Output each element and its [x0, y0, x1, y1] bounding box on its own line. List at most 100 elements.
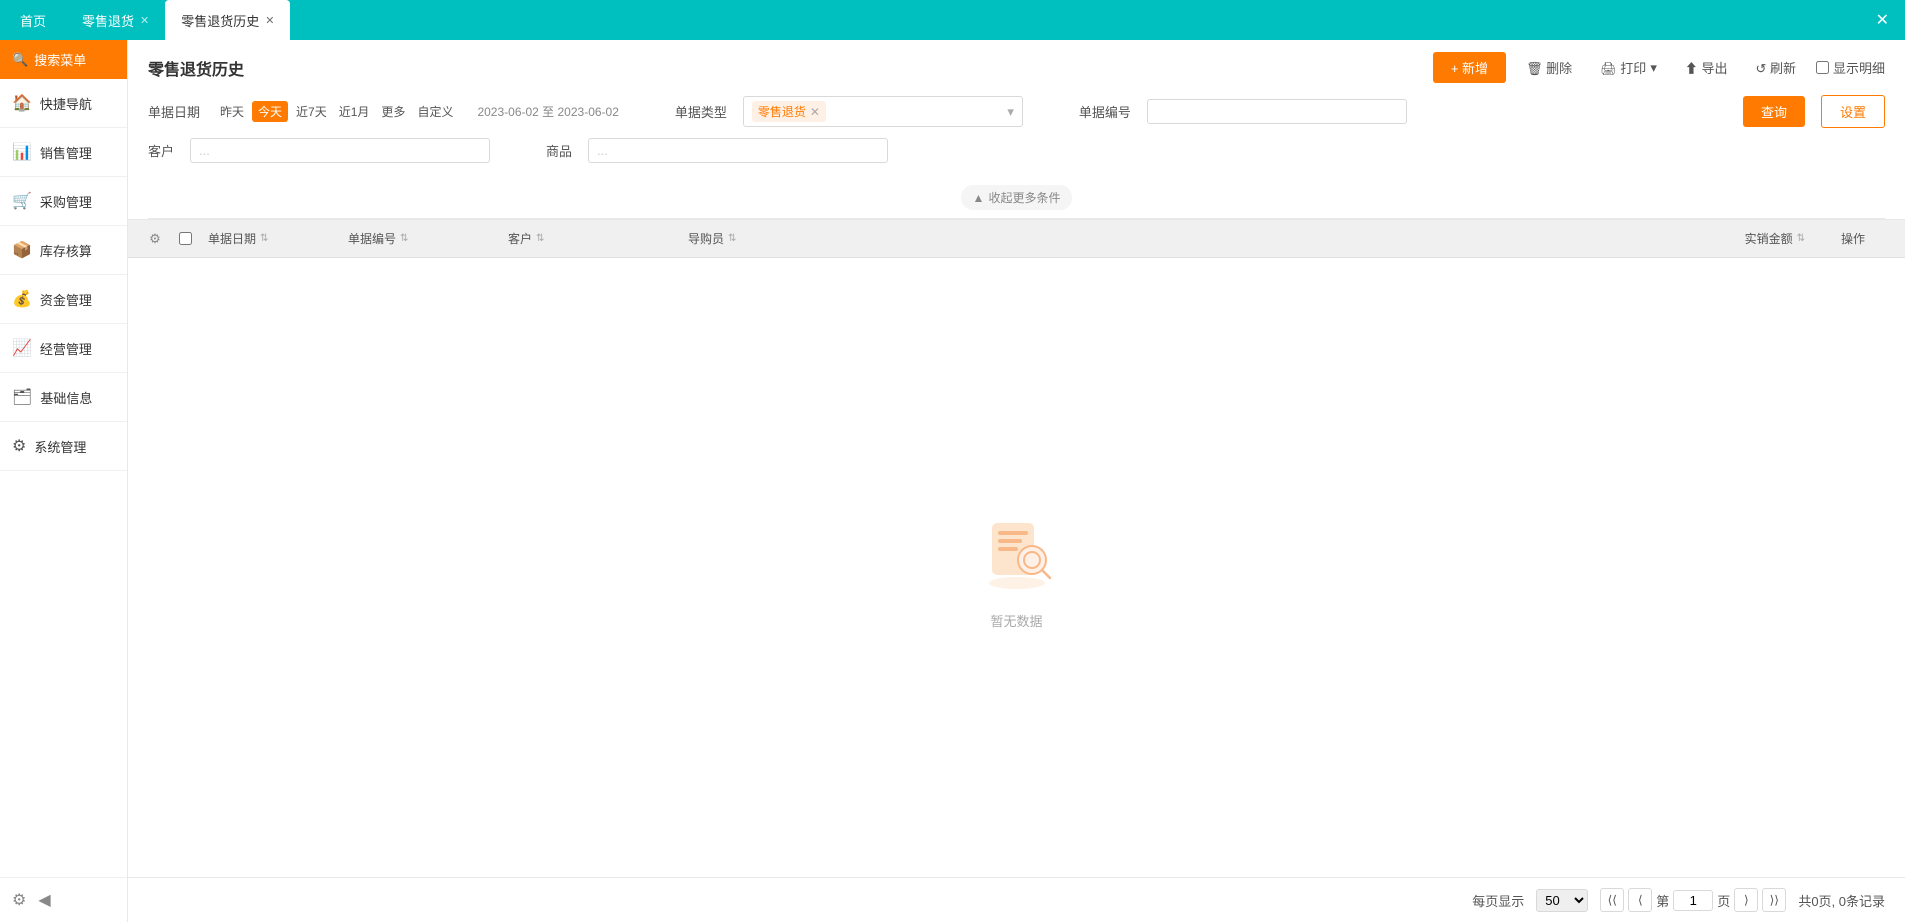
- date-btn-1month[interactable]: 近1月: [335, 101, 374, 122]
- sort-date-icon: ⇅: [260, 233, 268, 244]
- filter-row-2: 客户 ... 商品 ...: [148, 138, 1885, 163]
- date-btn-custom[interactable]: 自定义: [413, 101, 457, 122]
- export-button[interactable]: ⬆ 导出: [1677, 54, 1736, 81]
- content-area: 零售退货历史 + 新增 🗑 删除 🖨 打印 ▾ ⬆ 导出 ↺ 刷新: [128, 40, 1905, 922]
- refresh-button[interactable]: ↺ 刷新: [1747, 54, 1804, 81]
- sidebar: 🔍 搜索菜单 🏠 快捷导航 📊 销售管理 🛒 采购管理 📦 库存核算 💰 资金管…: [0, 40, 128, 922]
- sidebar-item-label: 系统管理: [34, 437, 86, 456]
- sales-icon: 📊: [12, 142, 32, 162]
- sort-amount-icon: ⇅: [1797, 233, 1805, 244]
- sidebar-item-quick-nav[interactable]: 🏠 快捷导航: [0, 79, 127, 128]
- doc-no-label: 单据编号: [1079, 102, 1131, 121]
- sidebar-item-purchase[interactable]: 🛒 采购管理: [0, 177, 127, 226]
- sidebar-item-label: 快捷导航: [40, 94, 92, 113]
- page-last-btn[interactable]: ⟩⟩: [1762, 888, 1786, 912]
- customer-placeholder: ...: [199, 143, 210, 158]
- top-bar: 首页 零售退货 ✕ 零售退货历史 ✕ ✕: [0, 0, 1905, 40]
- add-button[interactable]: + 新增: [1433, 52, 1506, 83]
- doc-type-tag: 零售退货 ✕: [752, 101, 826, 122]
- sidebar-item-label: 基础信息: [40, 388, 92, 407]
- sidebar-item-sales[interactable]: 📊 销售管理: [0, 128, 127, 177]
- page-di-label: 第: [1656, 891, 1669, 910]
- table-area: ⚙ 单据日期 ⇅ 单据编号 ⇅ 客户 ⇅ 导购员 ⇅: [128, 220, 1905, 877]
- th-doc-no[interactable]: 单据编号 ⇅: [340, 230, 500, 247]
- empty-illustration: [972, 505, 1062, 595]
- page-first-btn[interactable]: ⟨⟨: [1600, 888, 1624, 912]
- goods-label: 商品: [546, 141, 572, 160]
- window-close-btn[interactable]: ✕: [1876, 10, 1905, 30]
- close-tab-retail-return[interactable]: ✕: [140, 14, 149, 27]
- sidebar-item-label: 经营管理: [40, 339, 92, 358]
- sort-customer-icon: ⇅: [536, 233, 544, 244]
- date-btn-7days[interactable]: 近7天: [292, 101, 331, 122]
- sidebar-item-operations[interactable]: 📈 经营管理: [0, 324, 127, 373]
- page-size-label: 每页显示: [1472, 891, 1524, 910]
- inventory-icon: 📦: [12, 240, 32, 260]
- empty-text: 暂无数据: [990, 611, 1042, 630]
- filter-area: 单据日期 昨天 今天 近7天 近1月 更多 自定义 2023-06-02 至 2…: [148, 95, 1885, 219]
- home-icon: 🏠: [12, 93, 32, 113]
- customer-select[interactable]: ...: [190, 138, 490, 163]
- filter-row-1: 单据日期 昨天 今天 近7天 近1月 更多 自定义 2023-06-02 至 2…: [148, 95, 1885, 128]
- collapse-area: ▲ 收起更多条件: [148, 173, 1885, 218]
- print-button[interactable]: 🖨 打印 ▾: [1592, 54, 1665, 81]
- pagination-nav: ⟨⟨ ⟨ 第 页 ⟩ ⟩⟩: [1600, 888, 1786, 912]
- sidebar-item-inventory[interactable]: 📦 库存核算: [0, 226, 127, 275]
- date-filter-label: 单据日期: [148, 102, 200, 121]
- delete-button[interactable]: 🗑 删除: [1518, 54, 1580, 81]
- collapse-icon: ▲: [973, 191, 985, 205]
- sidebar-item-label: 库存核算: [40, 241, 92, 260]
- page-prev-btn[interactable]: ⟨: [1628, 888, 1652, 912]
- print-dropdown-icon: ▾: [1650, 60, 1657, 76]
- doc-type-select[interactable]: 零售退货 ✕ ▾: [743, 96, 1023, 127]
- sidebar-search[interactable]: 🔍 搜索菜单: [0, 40, 127, 79]
- empty-state: 暂无数据: [128, 258, 1905, 877]
- total-text: 共0页, 0条记录: [1798, 891, 1885, 910]
- collapse-sidebar-icon[interactable]: ◀: [38, 890, 50, 910]
- date-range-buttons: 昨天 今天 近7天 近1月 更多 自定义: [216, 101, 457, 122]
- date-btn-yesterday[interactable]: 昨天: [216, 101, 248, 122]
- page-label: 页: [1717, 891, 1730, 910]
- table-header: ⚙ 单据日期 ⇅ 单据编号 ⇅ 客户 ⇅ 导购员 ⇅: [128, 220, 1905, 258]
- sort-doc-icon: ⇅: [400, 233, 408, 244]
- settings-button[interactable]: 设置: [1821, 95, 1885, 128]
- sidebar-item-label: 资金管理: [40, 290, 92, 309]
- th-action: 操作: [1813, 230, 1893, 247]
- th-customer[interactable]: 客户 ⇅: [500, 230, 680, 247]
- sidebar-item-finance[interactable]: 💰 资金管理: [0, 275, 127, 324]
- remove-doc-type-tag[interactable]: ✕: [810, 105, 820, 119]
- query-button[interactable]: 查询: [1743, 96, 1805, 127]
- th-guide[interactable]: 导购员 ⇅: [680, 230, 800, 247]
- sidebar-item-system[interactable]: ⚙ 系统管理: [0, 422, 127, 471]
- page-next-btn[interactable]: ⟩: [1734, 888, 1758, 912]
- sidebar-search-label: 搜索菜单: [34, 50, 86, 69]
- th-date[interactable]: 单据日期 ⇅: [200, 230, 340, 247]
- settings-icon[interactable]: ⚙: [12, 890, 26, 910]
- show-detail-input[interactable]: [1816, 61, 1829, 74]
- date-btn-today[interactable]: 今天: [252, 101, 288, 122]
- finance-icon: 💰: [12, 289, 32, 309]
- goods-select[interactable]: ...: [588, 138, 888, 163]
- pagination-bar: 每页显示 10 20 50 100 ⟨⟨ ⟨ 第 页 ⟩ ⟩⟩ 共0页, 0条记…: [128, 877, 1905, 922]
- th-amount[interactable]: 实销金额 ⇅: [1693, 230, 1813, 247]
- page-size-select[interactable]: 10 20 50 100: [1536, 889, 1588, 912]
- page-number-input[interactable]: [1673, 890, 1713, 911]
- basic-info-icon: 🗂: [12, 387, 32, 407]
- operations-icon: 📈: [12, 338, 32, 358]
- date-btn-more[interactable]: 更多: [377, 101, 409, 122]
- tab-retail-return-history[interactable]: 零售退货历史 ✕: [165, 0, 290, 40]
- tab-retail-return[interactable]: 零售退货 ✕: [66, 0, 165, 40]
- tab-home[interactable]: 首页: [0, 11, 66, 30]
- goods-placeholder: ...: [597, 143, 608, 158]
- table-select-all[interactable]: [170, 232, 200, 245]
- collapse-button[interactable]: ▲ 收起更多条件: [961, 185, 1073, 210]
- select-all-checkbox[interactable]: [179, 232, 192, 245]
- toolbar: + 新增 🗑 删除 🖨 打印 ▾ ⬆ 导出 ↺ 刷新: [1433, 52, 1885, 83]
- sidebar-item-label: 销售管理: [40, 143, 92, 162]
- close-tab-retail-return-history[interactable]: ✕: [265, 14, 274, 27]
- page-header: 零售退货历史 + 新增 🗑 删除 🖨 打印 ▾ ⬆ 导出 ↺ 刷新: [128, 40, 1905, 220]
- sidebar-item-basic-info[interactable]: 🗂 基础信息: [0, 373, 127, 422]
- table-settings-icon[interactable]: ⚙: [140, 231, 170, 247]
- show-detail-checkbox[interactable]: 显示明细: [1816, 58, 1885, 77]
- doc-no-input[interactable]: [1147, 99, 1407, 124]
